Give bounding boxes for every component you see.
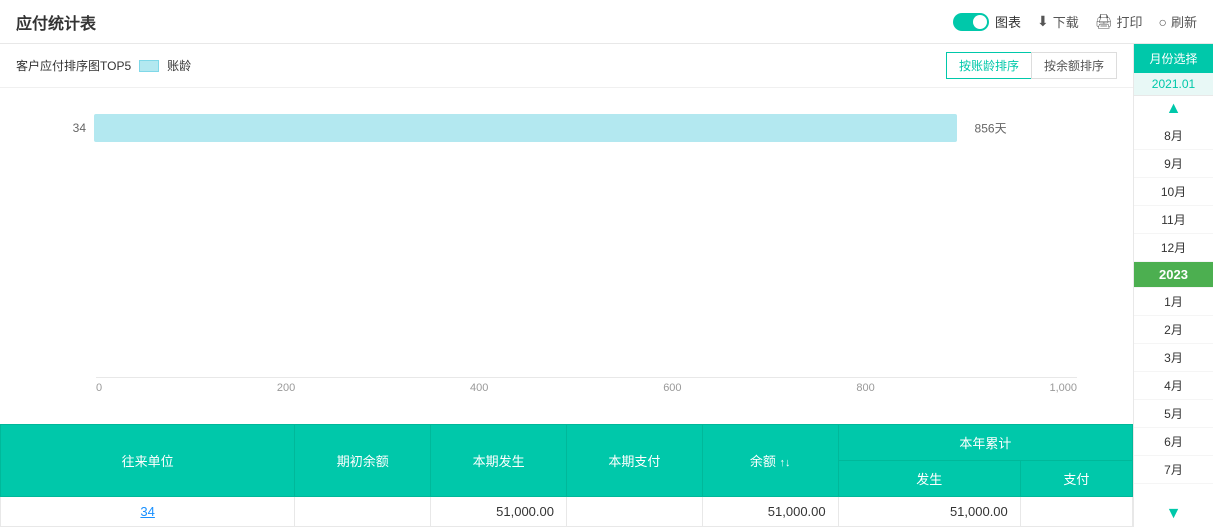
td-col3: 51,000.00 [431, 497, 567, 527]
month-1[interactable]: 1月 [1134, 288, 1213, 316]
month-12[interactable]: 12月 [1134, 234, 1213, 262]
x-axis-0: 0 [96, 382, 102, 394]
td-col1: 34 [1, 497, 295, 527]
chart-wrap: 34 856天 0 200 400 600 [0, 88, 1133, 424]
td-col6: 51,000.00 [838, 497, 1020, 527]
month-3[interactable]: 3月 [1134, 344, 1213, 372]
refresh-button[interactable]: ○ 刷新 [1159, 12, 1197, 31]
chart-toolbar: 客户应付排序图TOP5 账龄 按账龄排序 按余额排序 [0, 44, 1133, 88]
table-row: 34 51,000.00 51,000.00 51,000.00 [1, 497, 1133, 527]
page: 应付统计表 图表 ⬇ 下载 🖨 打印 ○ 刷新 [0, 0, 1213, 527]
x-axis-800: 800 [856, 382, 874, 394]
month-6[interactable]: 6月 [1134, 428, 1213, 456]
year-2023-label: 2023 [1134, 262, 1213, 288]
chart-toggle-wrap: 图表 [953, 12, 1021, 31]
sidebar-nav-down[interactable]: ▼ [1134, 501, 1213, 527]
th-col1: 往来单位 [1, 425, 295, 497]
col1-link[interactable]: 34 [140, 504, 154, 519]
download-label: 下载 [1053, 12, 1079, 31]
main-content: 客户应付排序图TOP5 账龄 按账龄排序 按余额排序 34 [0, 44, 1213, 527]
sidebar-months: 8月 9月 10月 11月 12月 2023 1月 2月 3月 4月 5月 6月… [1134, 122, 1213, 501]
month-4[interactable]: 4月 [1134, 372, 1213, 400]
chart-container: 34 856天 0 200 400 600 [16, 98, 1117, 424]
td-col4 [566, 497, 702, 527]
legend-box-label: 账龄 [167, 57, 191, 74]
chart-toggle-label: 图表 [995, 12, 1021, 31]
month-11[interactable]: 11月 [1134, 206, 1213, 234]
month-2[interactable]: 2月 [1134, 316, 1213, 344]
print-label: 打印 [1117, 12, 1143, 31]
td-col7 [1020, 497, 1132, 527]
legend-box [139, 60, 159, 72]
th-col6-group: 本年累计 [838, 425, 1132, 461]
td-col5: 51,000.00 [702, 497, 838, 527]
th-col6-sub2: 支付 [1020, 461, 1132, 497]
sidebar-nav-up[interactable]: ▲ [1134, 96, 1213, 122]
chart-bar-label: 34 [56, 121, 86, 135]
th-col6-sub1: 发生 [838, 461, 1020, 497]
chart-bar-row: 34 856天 [56, 108, 1097, 148]
month-9[interactable]: 9月 [1134, 150, 1213, 178]
x-axis-1000: 1,000 [1049, 382, 1077, 394]
month-7[interactable]: 7月 [1134, 456, 1213, 484]
sort-by-balance-button[interactable]: 按余额排序 [1031, 52, 1117, 79]
th-col2: 期初余额 [295, 425, 431, 497]
th-col3: 本期发生 [431, 425, 567, 497]
chart-sort: 按账龄排序 按余额排序 [946, 52, 1117, 79]
refresh-label: 刷新 [1171, 12, 1197, 31]
chart-area: 客户应付排序图TOP5 账龄 按账龄排序 按余额排序 34 [0, 44, 1133, 527]
x-axis: 0 200 400 600 800 1,000 [96, 377, 1077, 394]
th-col4: 本期支付 [566, 425, 702, 497]
sidebar: 月份选择 2021.01 ▲ 8月 9月 10月 11月 12月 2023 1月… [1133, 44, 1213, 527]
month-8[interactable]: 8月 [1134, 122, 1213, 150]
print-button[interactable]: 🖨 打印 [1095, 12, 1143, 31]
x-axis-400: 400 [470, 382, 488, 394]
download-button[interactable]: ⬇ 下载 [1037, 12, 1079, 31]
sort-by-amount-button[interactable]: 按账龄排序 [946, 52, 1031, 79]
chart-bar: 856天 [94, 114, 957, 142]
chart-bar-area: 34 856天 0 200 400 600 [56, 108, 1097, 394]
month-10[interactable]: 10月 [1134, 178, 1213, 206]
sidebar-current-year-month[interactable]: 2021.01 [1134, 73, 1213, 96]
data-table: 往来单位 期初余额 本期发生 本期支付 余额 ↑↓ 本年累计 发生 [0, 424, 1133, 527]
x-axis-200: 200 [277, 382, 295, 394]
chart-toggle[interactable] [953, 13, 989, 31]
month-5[interactable]: 5月 [1134, 400, 1213, 428]
th-col5: 余额 ↑↓ [702, 425, 838, 497]
td-col2 [295, 497, 431, 527]
legend-label: 客户应付排序图TOP5 [16, 57, 131, 74]
download-icon: ⬇ [1037, 13, 1049, 30]
chart-bar-value: 856天 [975, 120, 1007, 137]
header: 应付统计表 图表 ⬇ 下载 🖨 打印 ○ 刷新 [0, 0, 1213, 44]
refresh-icon: ○ [1159, 14, 1167, 30]
print-icon: 🖨 [1095, 13, 1113, 30]
x-axis-600: 600 [663, 382, 681, 394]
header-actions: 图表 ⬇ 下载 🖨 打印 ○ 刷新 [953, 12, 1197, 31]
chart-legend: 客户应付排序图TOP5 账龄 [16, 57, 191, 74]
table-area: 往来单位 期初余额 本期发生 本期支付 余额 ↑↓ 本年累计 发生 [0, 424, 1133, 527]
page-title: 应付统计表 [16, 10, 96, 34]
sidebar-header: 月份选择 [1134, 44, 1213, 73]
